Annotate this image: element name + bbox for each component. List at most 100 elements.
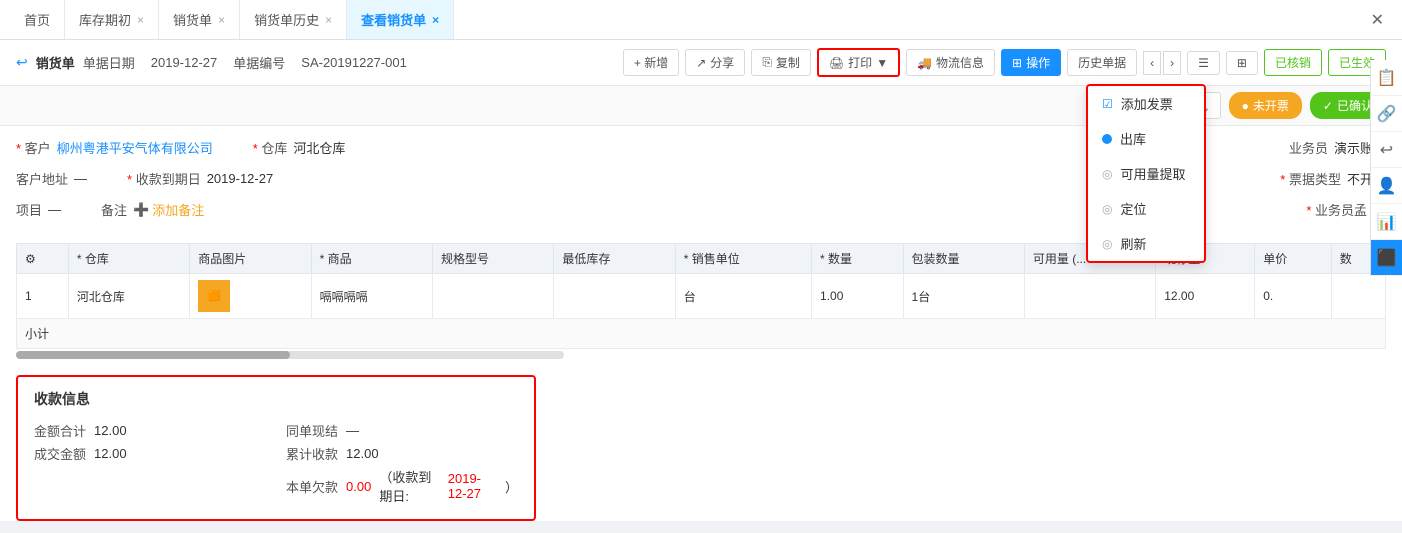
sidebar-icon-4[interactable]: 👤	[1371, 168, 1402, 204]
doc-date-value: 2019-12-27	[151, 55, 218, 70]
dropdown-outbound-label: 出库	[1120, 129, 1146, 148]
sidebar-icon-2[interactable]: 🔗	[1371, 96, 1402, 132]
window-close-button[interactable]: ✕	[1363, 10, 1392, 30]
doc-icon: ↩	[16, 54, 28, 71]
info-right: 同单现结 — 累计收款 12.00 本单欠款 0.00 （收款到期日: 2019…	[286, 419, 518, 507]
dropdown-refresh[interactable]: ◎ 刷新	[1088, 226, 1204, 261]
tab-inventory-close[interactable]: ×	[137, 13, 144, 27]
next-button[interactable]: ›	[1163, 51, 1181, 75]
sold-button[interactable]: 已核销	[1264, 49, 1322, 76]
payment-info-box: 收款信息 金额合计 12.00 成交金额 12.00 同单现结 —	[16, 375, 536, 521]
cell-available	[1024, 274, 1155, 319]
plus-icon: ➕	[133, 202, 149, 218]
doc-meta: 单据日期 2019-12-27 单据编号 SA-20191227-001	[83, 53, 407, 72]
grid-icon: ⊞	[1012, 56, 1022, 70]
project-value: —	[48, 202, 61, 217]
product-image: 🟧	[198, 280, 230, 312]
tab-sales-close[interactable]: ×	[218, 13, 225, 27]
operations-dropdown: ☑ 添加发票 出库 ◎ 可用量提取 ◎ 定位	[1086, 84, 1206, 263]
cell-amount	[1331, 274, 1385, 319]
operations-button[interactable]: ⊞ 操作	[1001, 49, 1061, 76]
cell-sales-unit: 台	[675, 274, 811, 319]
payment-date-label: 收款到期日	[127, 169, 201, 188]
payment-info-grid: 金额合计 12.00 成交金额 12.00 同单现结 — 累计收款	[34, 419, 518, 507]
prev-button[interactable]: ‹	[1143, 51, 1161, 75]
col-unit-price: 单价	[1255, 244, 1332, 274]
tab-inventory[interactable]: 库存期初 ×	[65, 0, 159, 39]
doc-type-label: 销货单	[36, 53, 75, 72]
add-note-button[interactable]: ➕ 添加备注	[133, 200, 204, 219]
add-button[interactable]: + 新增	[623, 49, 679, 76]
ticket-type-label: 票据类型	[1280, 169, 1341, 188]
current-payable-value: 0.00	[346, 479, 371, 494]
dropdown-locate[interactable]: ◎ 定位	[1088, 191, 1204, 226]
cell-product: 嗝嗝嗝嗝	[311, 274, 432, 319]
tab-home-label: 首页	[24, 10, 50, 29]
total-amount-label: 金额合计	[34, 421, 86, 440]
tab-sales[interactable]: 销货单 ×	[159, 0, 240, 39]
truck-icon: 🚚	[917, 56, 932, 70]
dropdown-add-invoice[interactable]: ☑ 添加发票	[1088, 86, 1204, 121]
tab-view-sales[interactable]: 查看销货单 ×	[347, 0, 454, 39]
project-label: 项目	[16, 200, 42, 219]
doc-title-section: ↩ 销货单 单据日期 2019-12-27 单据编号 SA-20191227-0…	[16, 53, 607, 72]
sidebar-icon-3[interactable]: ↩	[1371, 132, 1402, 168]
doc-number-label: 单据编号	[233, 53, 285, 72]
copy-button[interactable]: ⎘ 复制	[751, 49, 811, 76]
payable-date: 2019-12-27	[448, 471, 497, 501]
history-button[interactable]: 历史单据	[1067, 49, 1137, 76]
cumulative-receipt-row: 累计收款 12.00	[286, 442, 518, 465]
tab-sales-label: 销货单	[173, 10, 212, 29]
print-button[interactable]: 🖨 打印 ▼	[817, 48, 900, 77]
sidebar-icon-6[interactable]: ⬛	[1371, 240, 1402, 276]
cell-spec	[432, 274, 553, 319]
copy-icon: ⎘	[762, 55, 772, 70]
cell-index: 1	[17, 274, 69, 319]
not-open-ticket-button[interactable]: ● 未开票	[1229, 92, 1302, 119]
sidebar-icon-1[interactable]: 📋	[1371, 60, 1402, 96]
main-content: ↩ 销货单 单据日期 2019-12-27 单据编号 SA-20191227-0…	[0, 40, 1402, 529]
payment-info-title: 收款信息	[34, 389, 518, 409]
same-order-settle-value: —	[346, 423, 359, 438]
view-toggle-list[interactable]: ☰	[1187, 51, 1220, 75]
salesperson2-label: 业务员孟	[1306, 200, 1367, 219]
share-icon: ↗	[696, 56, 706, 70]
address-field: 客户地址 —	[16, 169, 87, 188]
tab-view-sales-label: 查看销货单	[361, 10, 426, 29]
tab-view-sales-close[interactable]: ×	[432, 13, 439, 27]
check-circle-icon: ✓	[1323, 99, 1333, 113]
view-toggle-grid[interactable]: ⊞	[1226, 51, 1258, 75]
dropdown-available-qty[interactable]: ◎ 可用量提取	[1088, 156, 1204, 191]
cell-quantity: 1.00	[812, 274, 904, 319]
cumulative-receipt-label: 累计收款	[286, 444, 338, 463]
col-sales-unit: * 销售单位	[675, 244, 811, 274]
col-warehouse: * 仓库	[68, 244, 189, 274]
dropdown-outbound[interactable]: 出库	[1088, 121, 1204, 156]
tab-sales-history[interactable]: 销货单历史 ×	[240, 0, 347, 39]
refresh-icon: ◎	[1102, 237, 1112, 251]
nav-arrows: ‹ ›	[1143, 51, 1181, 75]
horizontal-scrollbar[interactable]	[16, 351, 564, 359]
customer-value[interactable]: 柳州粤港平安气体有限公司	[57, 138, 213, 157]
share-button[interactable]: ↗ 分享	[685, 49, 745, 76]
tab-home[interactable]: 首页	[10, 0, 65, 39]
table-subtotal-row: 小计	[17, 319, 1386, 349]
tab-sales-history-label: 销货单历史	[254, 10, 319, 29]
tab-sales-history-close[interactable]: ×	[325, 13, 332, 27]
logistics-button[interactable]: 🚚 物流信息	[906, 49, 995, 76]
ticket-icon: ●	[1242, 99, 1249, 113]
col-product: * 商品	[311, 244, 432, 274]
warehouse-field: 仓库 河北仓库	[253, 138, 346, 157]
sidebar-icon-5[interactable]: 📊	[1371, 204, 1402, 240]
cell-pack-qty: 1台	[903, 274, 1024, 319]
cell-product-img: 🟧	[190, 274, 311, 319]
salesperson-label: 业务员	[1289, 138, 1328, 157]
doc-date-label: 单据日期	[83, 53, 135, 72]
customer-field: 客户 柳州粤港平安气体有限公司	[16, 138, 213, 157]
cumulative-receipt-value: 12.00	[346, 446, 379, 461]
print-dropdown-icon: ▼	[876, 56, 888, 70]
document-area: ↩ 销货单 单据日期 2019-12-27 单据编号 SA-20191227-0…	[0, 40, 1402, 521]
col-pack-qty: 包装数量	[903, 244, 1024, 274]
transaction-amount-label: 成交金额	[34, 444, 86, 463]
cell-warehouse: 河北仓库	[68, 274, 189, 319]
